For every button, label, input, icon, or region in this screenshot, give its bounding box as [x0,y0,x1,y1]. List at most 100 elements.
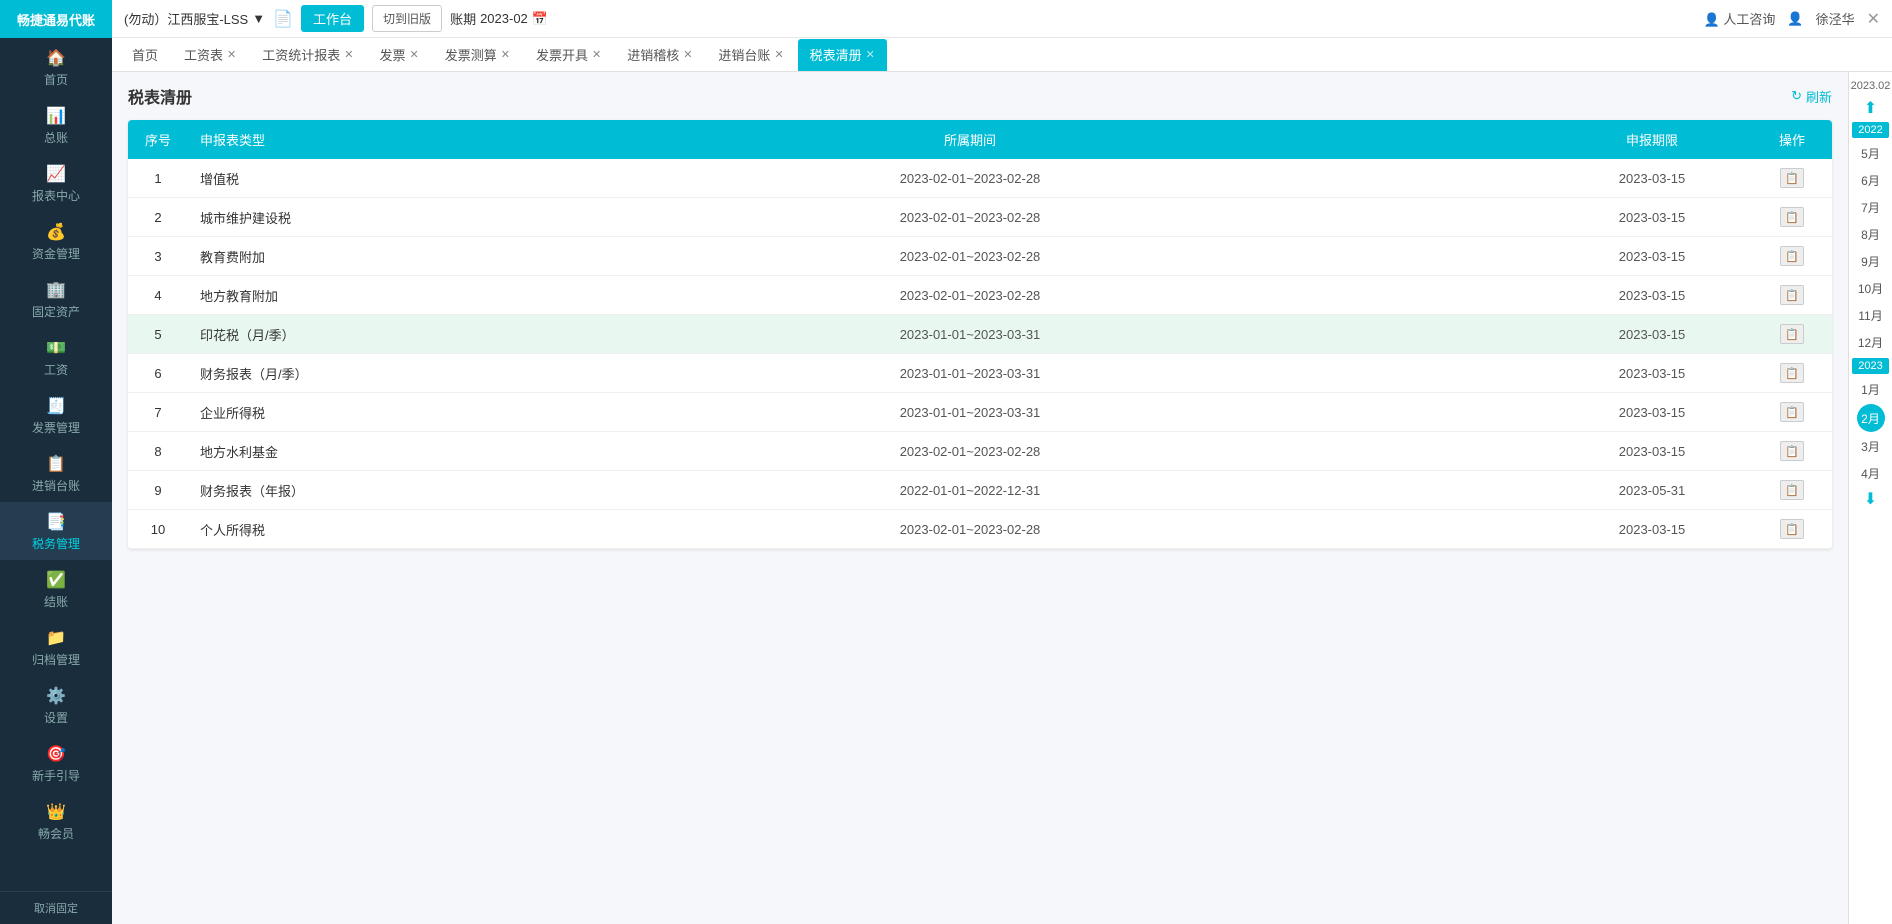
sidebar-item-saleinput[interactable]: 📋 进销台账 [0,444,112,502]
sidebar-item-tax-label: 税务管理 [32,535,80,552]
action-icon[interactable]: 📋 [1780,441,1804,461]
ai-consult-button[interactable]: 👤 人工咨询 [1704,9,1776,28]
refresh-button[interactable]: ↻ 刷新 [1791,87,1832,106]
action-icon[interactable]: 📋 [1780,402,1804,422]
sidebar-item-report[interactable]: 📈 报表中心 [0,154,112,212]
cell-period: 2023-01-01~2023-03-31 [388,393,1552,432]
period-display: 账期 2023-02 📅 [450,9,548,28]
tab-home[interactable]: 首页 [120,39,170,71]
sidebar-item-fund[interactable]: 💰 资金管理 [0,212,112,270]
tab-sale-check-close[interactable]: ✕ [683,48,692,61]
cell-type: 地方水利基金 [188,432,388,471]
action-icon[interactable]: 📋 [1780,363,1804,383]
table-row: 9 财务报表（年报） 2022-01-01~2022-12-31 2023-05… [128,471,1832,510]
cell-action: 📋 [1752,159,1832,198]
tab-sale-ledger-label: 进销台账 [718,45,770,64]
tab-invoice-close[interactable]: ✕ [410,48,419,61]
tab-tax-list[interactable]: 税表清册 ✕ [798,39,887,71]
sidebar-item-guide[interactable]: 🎯 新手引导 [0,734,112,792]
tab-invoice-calc-close[interactable]: ✕ [501,48,510,61]
switch-old-button[interactable]: 切到旧版 [372,5,442,32]
cell-period: 2023-01-01~2023-03-31 [388,315,1552,354]
topbar-right: 👤 人工咨询 👤 徐泾华 ✕ [1704,9,1880,29]
workbench-button[interactable]: 工作台 [301,5,364,32]
panel-month-6[interactable]: 6月 [1849,167,1892,194]
tab-home-label: 首页 [132,45,158,64]
tab-salary-report-close[interactable]: ✕ [344,48,353,61]
cell-no: 2 [128,198,188,237]
action-icon[interactable]: 📋 [1780,480,1804,500]
sidebar-item-fixed[interactable]: 🏢 固定资产 [0,270,112,328]
home-icon: 🏠 [46,48,66,68]
tab-invoice-open[interactable]: 发票开具 ✕ [524,39,613,71]
cell-no: 7 [128,393,188,432]
table-row: 3 教育费附加 2023-02-01~2023-02-28 2023-03-15… [128,237,1832,276]
company-selector[interactable]: (勿动）江西服宝-LSS ▼ [124,9,265,28]
cell-type: 地方教育附加 [188,276,388,315]
cancel-fixed-label: 取消固定 [34,900,78,916]
sidebar-item-salary[interactable]: 💵 工资 [0,328,112,386]
tab-tax-list-close[interactable]: ✕ [866,48,875,61]
panel-month-12[interactable]: 12月 [1849,329,1892,356]
cell-no: 5 [128,315,188,354]
sidebar-item-vip[interactable]: 👑 畅会员 [0,792,112,850]
tab-invoice-open-close[interactable]: ✕ [592,48,601,61]
panel-down-chevron[interactable]: ⬇ [1862,487,1879,511]
cell-deadline: 2023-03-15 [1552,159,1752,198]
sidebar-item-tax[interactable]: 📑 税务管理 [0,502,112,560]
cell-no: 3 [128,237,188,276]
action-icon[interactable]: 📋 [1780,168,1804,188]
tab-sale-ledger-close[interactable]: ✕ [774,48,783,61]
tab-sale-check[interactable]: 进销稽核 ✕ [615,39,704,71]
tab-invoice[interactable]: 发票 ✕ [367,39,430,71]
tab-invoice-open-label: 发票开具 [536,45,588,64]
cell-type: 财务报表（年报） [188,471,388,510]
col-header-deadline: 申报期限 [1552,120,1752,159]
cell-action: 📋 [1752,393,1832,432]
company-dropdown-icon: ▼ [252,11,265,26]
tab-sale-ledger[interactable]: 进销台账 ✕ [706,39,795,71]
sidebar-item-settings[interactable]: ⚙️ 设置 [0,676,112,734]
sidebar-item-home[interactable]: 🏠 首页 [0,38,112,96]
panel-month-3[interactable]: 3月 [1849,433,1892,460]
cell-type: 增值税 [188,159,388,198]
sidebar-item-vip-label: 畅会员 [38,825,74,842]
panel-month-7[interactable]: 7月 [1849,194,1892,221]
panel-month-10[interactable]: 10月 [1849,275,1892,302]
sidebar-item-settle[interactable]: ✅ 结账 [0,560,112,618]
panel-month-4[interactable]: 4月 [1849,460,1892,487]
sidebar-item-ledger[interactable]: 📊 总账 [0,96,112,154]
panel-year-2023[interactable]: 2023 [1852,358,1888,374]
sidebar-item-invoice[interactable]: 🧾 发票管理 [0,386,112,444]
page-content: 税表清册 ↻ 刷新 序号 申报表类型 所属期间 申报期限 操作 [112,72,1892,924]
panel-month-1[interactable]: 1月 [1849,376,1892,403]
panel-year-2022[interactable]: 2022 [1852,122,1888,138]
tab-tax-list-label: 税表清册 [810,45,862,64]
sidebar-item-archive[interactable]: 📁 归档管理 [0,618,112,676]
tab-salary-table[interactable]: 工资表 ✕ [172,39,248,71]
action-icon[interactable]: 📋 [1780,246,1804,266]
panel-month-9[interactable]: 9月 [1849,248,1892,275]
tab-salary-table-close[interactable]: ✕ [227,48,236,61]
company-label: (勿动）江西服宝-LSS [124,9,248,28]
topbar-doc-icon: 📄 [273,9,293,29]
panel-month-2-active[interactable]: 2月 [1857,404,1885,432]
cell-period: 2022-01-01~2022-12-31 [388,471,1552,510]
action-icon[interactable]: 📋 [1780,519,1804,539]
cell-deadline: 2023-03-15 [1552,510,1752,549]
panel-month-8[interactable]: 8月 [1849,221,1892,248]
panel-month-5[interactable]: 5月 [1849,140,1892,167]
topbar-close-icon[interactable]: ✕ [1867,9,1880,29]
action-icon[interactable]: 📋 [1780,324,1804,344]
action-icon[interactable]: 📋 [1780,285,1804,305]
tab-invoice-calc[interactable]: 发票测算 ✕ [433,39,522,71]
panel-month-11[interactable]: 11月 [1849,302,1892,329]
tab-salary-report-label: 工资统计报表 [262,45,340,64]
panel-up-chevron[interactable]: ⬆ [1862,96,1879,120]
action-icon[interactable]: 📋 [1780,207,1804,227]
cancel-fixed-button[interactable]: 取消固定 [0,891,112,924]
sidebar-item-fixed-label: 固定资产 [32,303,80,320]
tax-icon: 📑 [46,512,66,532]
tab-salary-report[interactable]: 工资统计报表 ✕ [250,39,365,71]
sidebar-item-fund-label: 资金管理 [32,245,80,262]
